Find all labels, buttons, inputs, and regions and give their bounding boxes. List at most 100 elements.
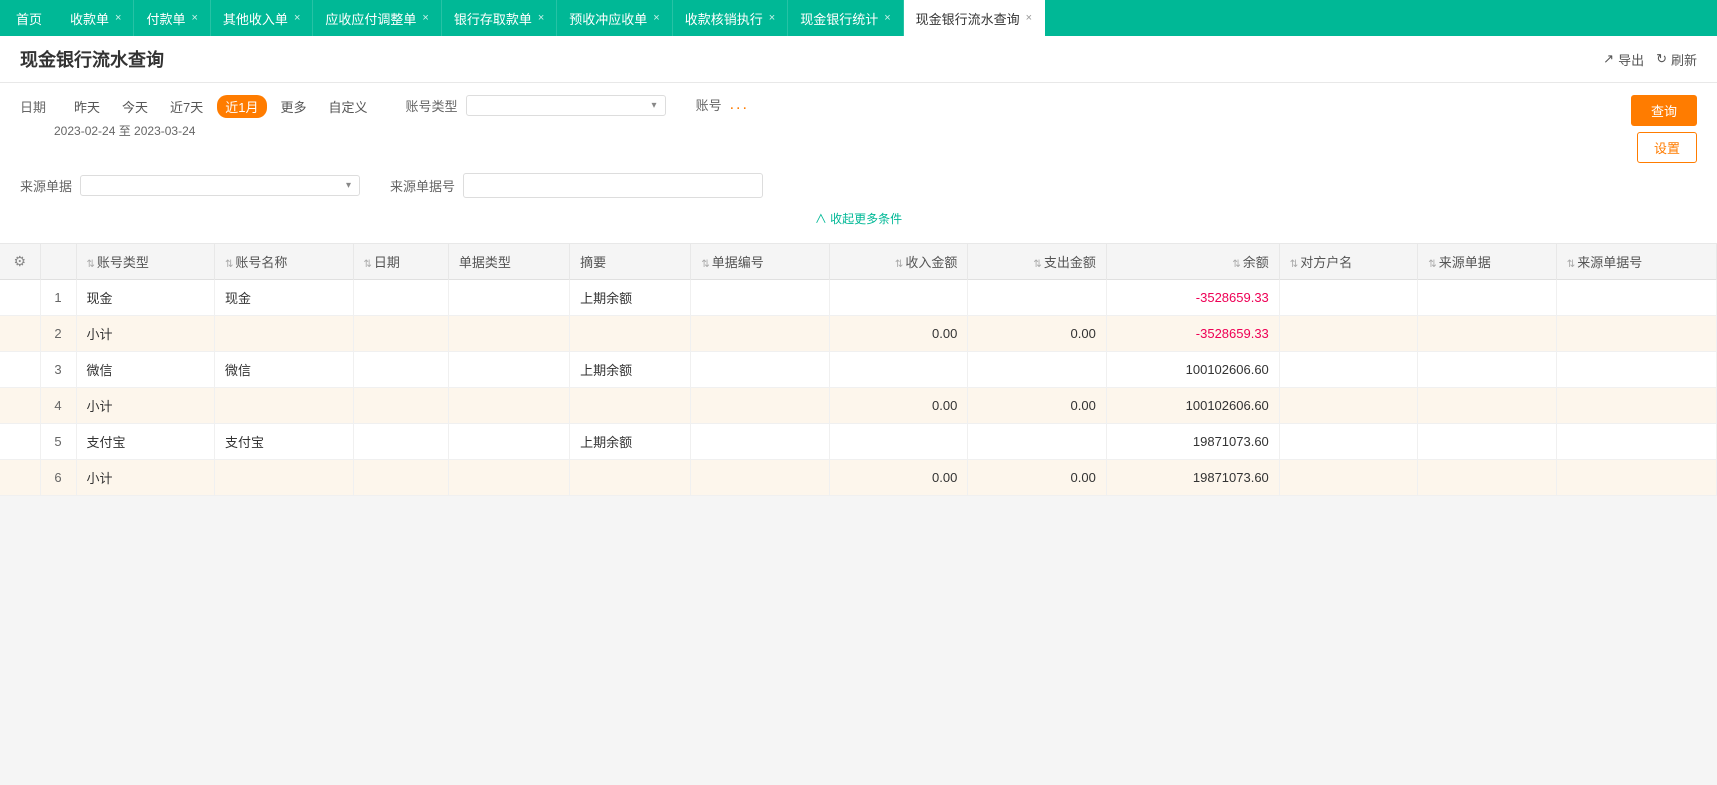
nav-tab-close-icon[interactable]: × (294, 12, 300, 24)
col-income[interactable]: ⇅收入金额 (829, 244, 968, 280)
settings-button[interactable]: 设置 (1637, 132, 1697, 163)
col-doc-no[interactable]: ⇅单据编号 (691, 244, 830, 280)
sort-counterparty-icon: ⇅ (1290, 259, 1298, 270)
row-summary (570, 388, 691, 424)
row-source-doc (1418, 280, 1557, 316)
nav-home[interactable]: 首页 (0, 0, 58, 36)
row-summary (570, 316, 691, 352)
nav-tab-close-icon[interactable]: × (1026, 12, 1032, 24)
row-balance: 100102606.60 (1106, 388, 1279, 424)
nav-tab-现金银行流水查询[interactable]: 现金银行流水查询 × (904, 0, 1045, 36)
account-type-select[interactable]: ▾ (466, 95, 666, 116)
col-counterparty[interactable]: ⇅对方户名 (1279, 244, 1418, 280)
row-date (353, 460, 448, 496)
nav-tab-收款单[interactable]: 收款单× (58, 0, 134, 36)
nav-tab-其他收入单[interactable]: 其他收入单 × (211, 0, 313, 36)
nav-tab-收款核销执行[interactable]: 收款核销执行× (673, 0, 788, 36)
nav-tab-close-icon[interactable]: × (884, 12, 890, 24)
row-settings-cell (0, 424, 40, 460)
row-index: 3 (40, 352, 76, 388)
col-source-doc[interactable]: ⇅来源单据 (1418, 244, 1557, 280)
nav-tab-close-icon[interactable]: × (769, 12, 775, 24)
export-button[interactable]: ↗ 导出 (1603, 50, 1644, 69)
row-income (829, 424, 968, 460)
col-balance[interactable]: ⇅余额 (1106, 244, 1279, 280)
nav-tab-close-icon[interactable]: × (115, 12, 121, 24)
collapse-bar[interactable]: ∧ 收起更多条件 (20, 206, 1697, 231)
row-doc-type (448, 280, 569, 316)
nav-tab-现金银行统计[interactable]: 现金银行统计 × (788, 0, 903, 36)
date-option-custom[interactable]: 自定义 (321, 95, 376, 118)
account-ellipsis-button[interactable]: ... (730, 96, 749, 114)
table-row: 1 现金 现金 上期余额 -3528659.33 (0, 280, 1717, 316)
nav-tab-应收应付调整单[interactable]: 应收应付调整单× (313, 0, 441, 36)
header-actions: ↗ 导出 ↻ 刷新 (1603, 50, 1697, 69)
row-index: 2 (40, 316, 76, 352)
table-row: 2 小计 0.00 0.00 -3528659.33 (0, 316, 1717, 352)
row-counterparty (1279, 424, 1418, 460)
row-summary: 上期余额 (570, 280, 691, 316)
account-type-chevron-icon: ▾ (652, 100, 657, 111)
col-settings[interactable]: ⚙ (0, 244, 40, 280)
table-row: 4 小计 0.00 0.00 100102606.60 (0, 388, 1717, 424)
row-doc-no (691, 424, 830, 460)
nav-tab-label: 现金银行统计 (800, 9, 878, 28)
collapse-label: 收起更多条件 (830, 212, 902, 226)
nav-tab-label: 现金银行流水查询 (916, 9, 1020, 28)
row-counterparty (1279, 388, 1418, 424)
col-source-doc-no[interactable]: ⇅来源单据号 (1556, 244, 1716, 280)
row-doc-no (691, 352, 830, 388)
nav-tab-预收冲应收单[interactable]: 预收冲应收单× (557, 0, 672, 36)
source-doc-no-input[interactable] (463, 173, 763, 198)
sort-balance-icon: ⇅ (1232, 259, 1240, 270)
date-option-1month[interactable]: 近1月 (217, 95, 266, 118)
date-option-yesterday[interactable]: 昨天 (66, 95, 108, 118)
row-account-name: 现金 (215, 280, 354, 316)
nav-tab-close-icon[interactable]: × (538, 12, 544, 24)
row-account-type: 小计 (76, 388, 215, 424)
nav-tab-close-icon[interactable]: × (422, 12, 428, 24)
col-index (40, 244, 76, 280)
nav-tab-银行存取款单[interactable]: 银行存取款单× (442, 0, 557, 36)
row-source-doc-no (1556, 316, 1716, 352)
nav-tab-close-icon[interactable]: × (653, 12, 659, 24)
date-option-more[interactable]: 更多 (273, 95, 315, 118)
row-date (353, 424, 448, 460)
row-source-doc (1418, 388, 1557, 424)
source-doc-no-label: 来源单据号 (390, 176, 455, 195)
row-source-doc-no (1556, 388, 1716, 424)
row-counterparty (1279, 280, 1418, 316)
row-settings-cell (0, 388, 40, 424)
date-option-7days[interactable]: 近7天 (162, 95, 211, 118)
row-expense: 0.00 (968, 388, 1107, 424)
row-summary: 上期余额 (570, 424, 691, 460)
nav-tab-label: 其他收入单 (223, 9, 288, 28)
col-expense[interactable]: ⇅支出金额 (968, 244, 1107, 280)
column-settings-icon[interactable]: ⚙ (13, 253, 26, 269)
row-expense: 0.00 (968, 316, 1107, 352)
top-navigation: 首页 收款单×付款单×其他收入单×应收应付调整单×银行存取款单×预收冲应收单×收… (0, 0, 1717, 36)
row-source-doc-no (1556, 352, 1716, 388)
row-income (829, 280, 968, 316)
row-doc-type (448, 388, 569, 424)
nav-tab-label: 付款单 (146, 9, 185, 28)
refresh-button[interactable]: ↻ 刷新 (1656, 50, 1697, 69)
row-source-doc (1418, 460, 1557, 496)
col-date[interactable]: ⇅日期 (353, 244, 448, 280)
nav-tab-付款单[interactable]: 付款单 × (134, 0, 210, 36)
source-doc-select[interactable]: ▾ (80, 175, 360, 196)
row-summary: 上期余额 (570, 352, 691, 388)
date-option-today[interactable]: 今天 (114, 95, 156, 118)
row-expense: 0.00 (968, 460, 1107, 496)
right-buttons: 查询 设置 (1631, 95, 1697, 163)
query-button[interactable]: 查询 (1631, 95, 1697, 126)
row-summary (570, 460, 691, 496)
nav-tab-close-icon[interactable]: × (191, 12, 197, 24)
row-account-name (215, 316, 354, 352)
nav-home-label: 首页 (16, 9, 42, 28)
col-account-name[interactable]: ⇅账号名称 (215, 244, 354, 280)
row-date (353, 316, 448, 352)
col-account-type[interactable]: ⇅账号类型 (76, 244, 215, 280)
row-account-name (215, 388, 354, 424)
data-table-container: ⚙ ⇅账号类型 ⇅账号名称 ⇅日期 单据类型 摘要 ⇅单据编号 ⇅收入 (0, 244, 1717, 496)
